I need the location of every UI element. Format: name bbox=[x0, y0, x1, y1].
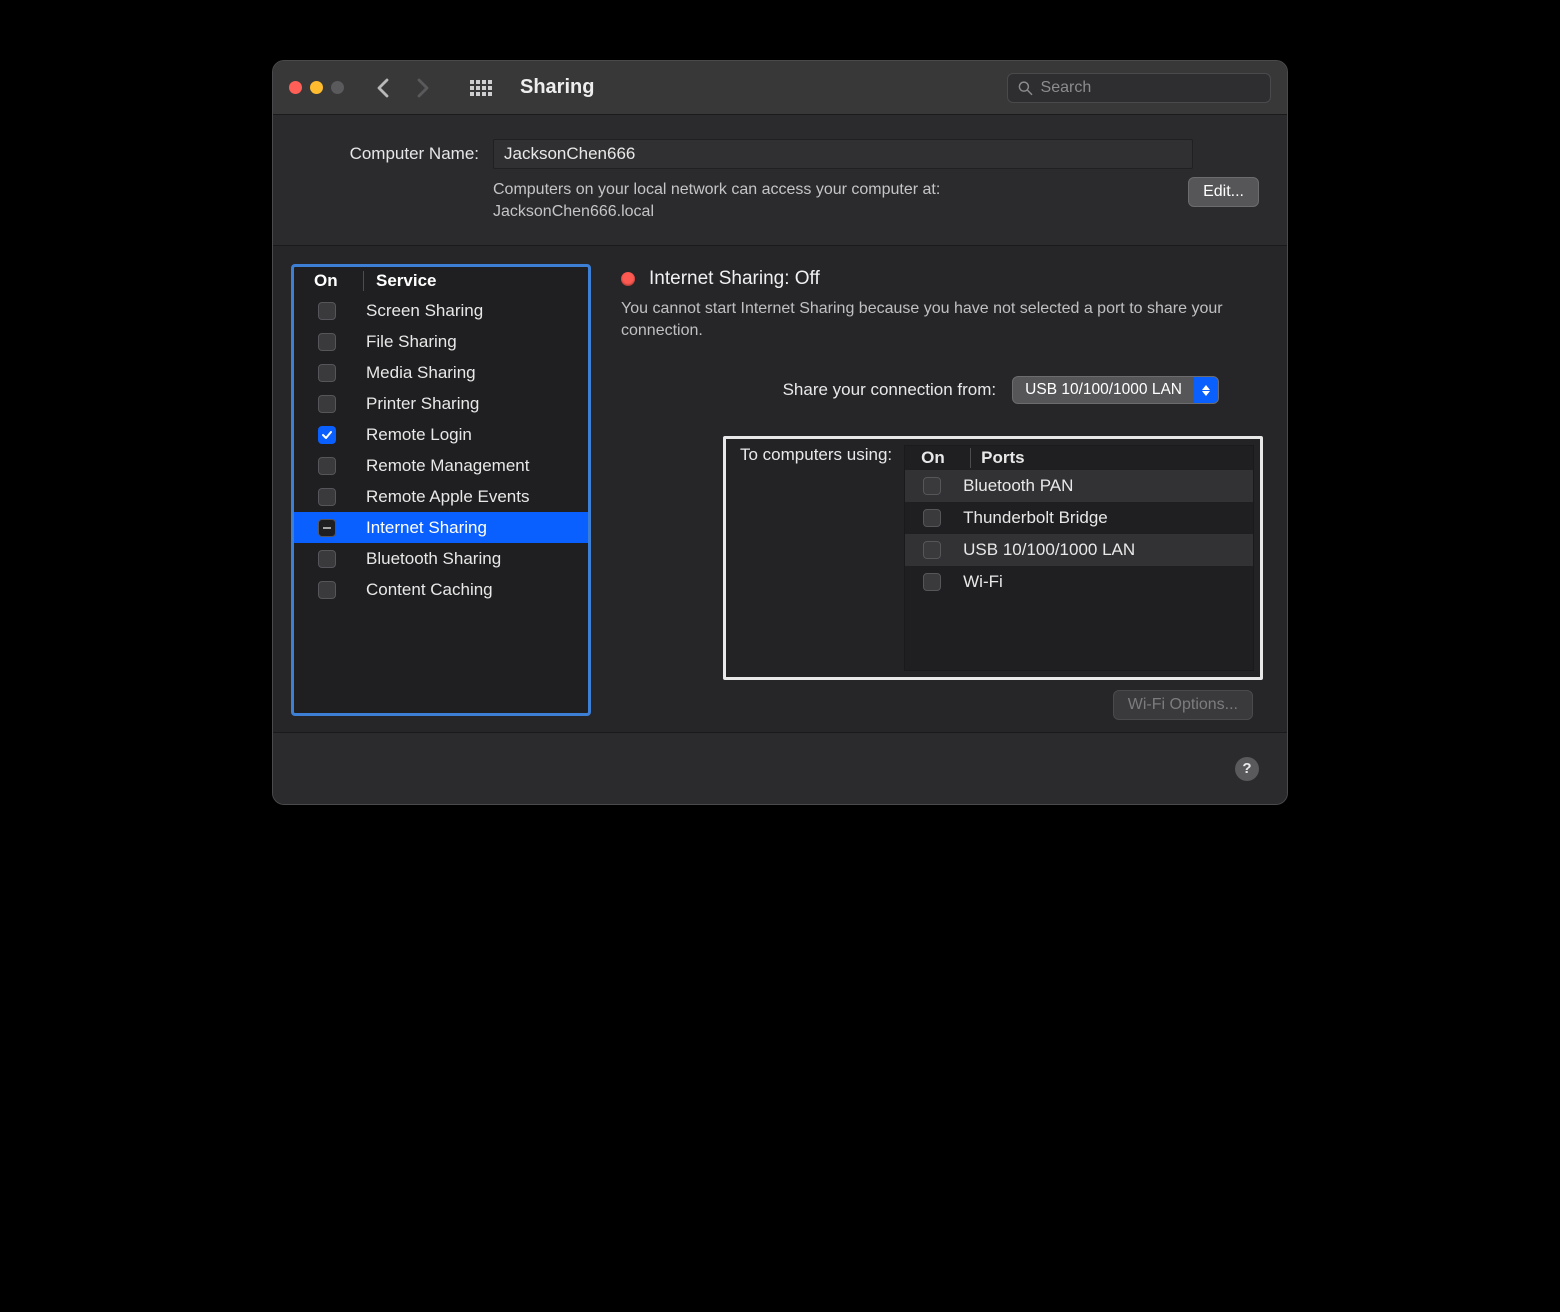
service-checkbox[interactable] bbox=[318, 519, 336, 537]
service-label: Printer Sharing bbox=[336, 394, 479, 414]
port-row[interactable]: Thunderbolt Bridge bbox=[905, 502, 1253, 534]
port-label: USB 10/100/1000 LAN bbox=[941, 540, 1135, 560]
status-description: You cannot start Internet Sharing becaus… bbox=[621, 298, 1263, 342]
service-checkbox[interactable] bbox=[318, 457, 336, 475]
services-header-on: On bbox=[314, 271, 364, 291]
service-label: Remote Management bbox=[336, 456, 529, 476]
port-row[interactable]: Wi-Fi bbox=[905, 566, 1253, 598]
pane-title: Sharing bbox=[520, 76, 594, 99]
help-button[interactable]: ? bbox=[1235, 757, 1259, 781]
service-label: Media Sharing bbox=[336, 363, 476, 383]
service-label: Bluetooth Sharing bbox=[336, 549, 501, 569]
footer: ? bbox=[273, 732, 1287, 804]
port-checkbox[interactable] bbox=[923, 477, 941, 495]
status-indicator-icon bbox=[621, 272, 635, 286]
back-icon[interactable] bbox=[376, 78, 389, 98]
service-row[interactable]: Internet Sharing bbox=[294, 512, 588, 543]
computer-name-description: Computers on your local network can acce… bbox=[493, 179, 1188, 223]
computer-name-section: Computer Name: Computers on your local n… bbox=[273, 115, 1287, 246]
port-checkbox[interactable] bbox=[923, 573, 941, 591]
toolbar: Sharing bbox=[273, 61, 1287, 115]
wifi-options-button: Wi-Fi Options... bbox=[1113, 690, 1253, 720]
ports-header-on: On bbox=[921, 448, 971, 468]
port-row[interactable]: USB 10/100/1000 LAN bbox=[905, 534, 1253, 566]
service-checkbox[interactable] bbox=[318, 364, 336, 382]
window-controls bbox=[289, 81, 344, 94]
port-label: Wi-Fi bbox=[941, 572, 1003, 592]
services-header-service: Service bbox=[364, 271, 437, 291]
port-checkbox[interactable] bbox=[923, 541, 941, 559]
service-row[interactable]: Screen Sharing bbox=[294, 295, 588, 326]
status-title: Internet Sharing: Off bbox=[649, 268, 820, 290]
service-row[interactable]: Printer Sharing bbox=[294, 388, 588, 419]
minimize-window-button[interactable] bbox=[310, 81, 323, 94]
chevron-updown-icon bbox=[1194, 377, 1218, 403]
service-checkbox[interactable] bbox=[318, 550, 336, 568]
search-input[interactable] bbox=[1041, 79, 1260, 97]
search-field[interactable] bbox=[1007, 73, 1271, 103]
services-section: On Service Screen Sharing File Sharing Med… bbox=[273, 246, 1287, 732]
service-row[interactable]: Media Sharing bbox=[294, 357, 588, 388]
service-checkbox[interactable] bbox=[318, 333, 336, 351]
ports-header-ports: Ports bbox=[971, 448, 1024, 468]
service-label: Internet Sharing bbox=[336, 518, 487, 538]
share-from-label: Share your connection from: bbox=[783, 380, 997, 400]
service-row[interactable]: Bluetooth Sharing bbox=[294, 543, 588, 574]
service-label: File Sharing bbox=[336, 332, 457, 352]
computer-name-label: Computer Name: bbox=[301, 144, 479, 164]
search-icon bbox=[1018, 80, 1033, 96]
service-row[interactable]: Remote Management bbox=[294, 450, 588, 481]
edit-hostname-button[interactable]: Edit... bbox=[1188, 177, 1259, 207]
close-window-button[interactable] bbox=[289, 81, 302, 94]
ports-header: On Ports bbox=[905, 446, 1253, 470]
nav-buttons bbox=[376, 78, 430, 98]
service-row[interactable]: Content Caching bbox=[294, 574, 588, 605]
service-checkbox[interactable] bbox=[318, 488, 336, 506]
service-label: Screen Sharing bbox=[336, 301, 483, 321]
port-checkbox[interactable] bbox=[923, 509, 941, 527]
service-label: Remote Apple Events bbox=[336, 487, 529, 507]
ports-list[interactable]: On Ports Bluetooth PAN Thunderbolt Bridge… bbox=[904, 445, 1254, 671]
fullscreen-window-button[interactable] bbox=[331, 81, 344, 94]
sharing-prefs-window: Sharing Computer Name: Computers on your… bbox=[272, 60, 1288, 805]
service-checkbox[interactable] bbox=[318, 426, 336, 444]
service-checkbox[interactable] bbox=[318, 581, 336, 599]
service-checkbox[interactable] bbox=[318, 395, 336, 413]
share-from-dropdown[interactable]: USB 10/100/1000 LAN bbox=[1012, 376, 1219, 404]
ports-panel: To computers using: On Ports Bluetooth P… bbox=[723, 436, 1263, 680]
service-label: Content Caching bbox=[336, 580, 493, 600]
service-row[interactable]: File Sharing bbox=[294, 326, 588, 357]
computer-name-input[interactable] bbox=[493, 139, 1193, 169]
share-from-value: USB 10/100/1000 LAN bbox=[1025, 381, 1182, 399]
service-detail: Internet Sharing: Off You cannot start I… bbox=[621, 264, 1263, 720]
services-header: On Service bbox=[294, 267, 588, 295]
service-checkbox[interactable] bbox=[318, 302, 336, 320]
forward-icon[interactable] bbox=[417, 78, 430, 98]
ports-label: To computers using: bbox=[740, 445, 892, 465]
services-list[interactable]: On Service Screen Sharing File Sharing Med… bbox=[291, 264, 591, 716]
port-label: Bluetooth PAN bbox=[941, 476, 1073, 496]
port-row[interactable]: Bluetooth PAN bbox=[905, 470, 1253, 502]
port-label: Thunderbolt Bridge bbox=[941, 508, 1108, 528]
service-row[interactable]: Remote Apple Events bbox=[294, 481, 588, 512]
show-all-icon[interactable] bbox=[470, 80, 492, 96]
service-row[interactable]: Remote Login bbox=[294, 419, 588, 450]
service-label: Remote Login bbox=[336, 425, 472, 445]
